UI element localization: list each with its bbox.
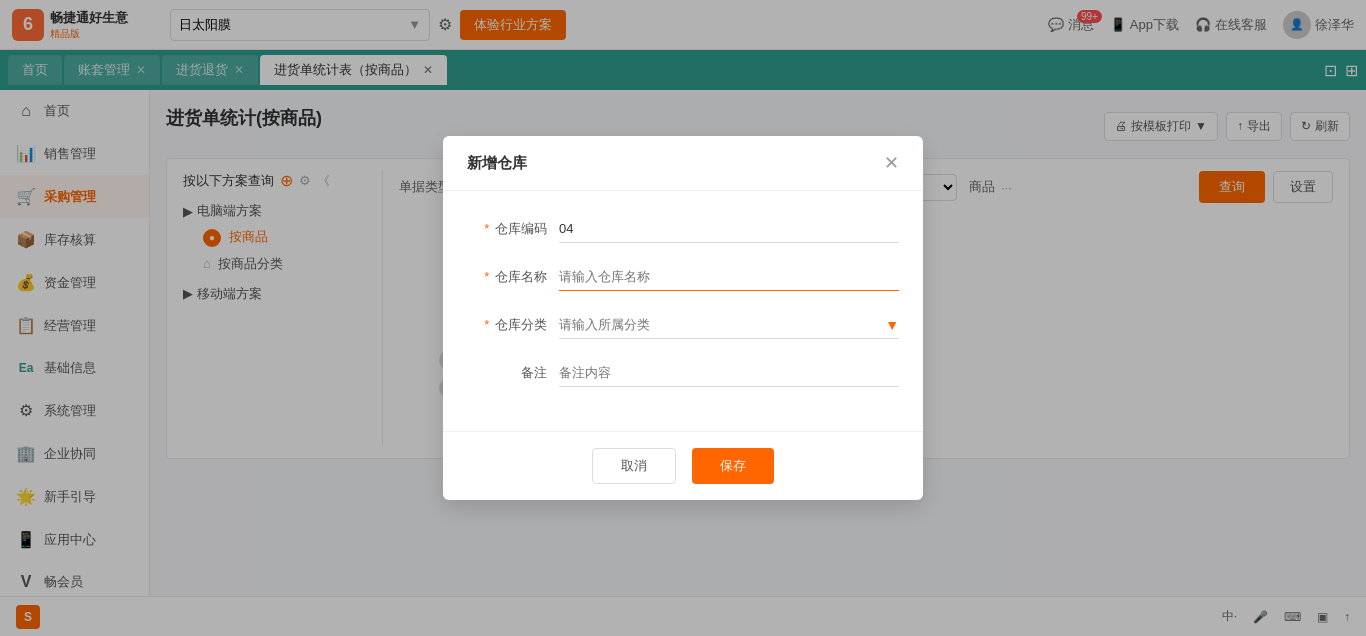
name-input[interactable] (559, 263, 899, 291)
name-label: * 仓库名称 (467, 268, 547, 286)
form-row-category: * 仓库分类 ▼ (467, 311, 899, 339)
form-row-code: * 仓库编码 (467, 215, 899, 243)
modal-close-button[interactable]: ✕ (884, 152, 899, 174)
code-label: * 仓库编码 (467, 220, 547, 238)
required-mark-name: * (484, 269, 489, 284)
modal-new-warehouse: 新增仓库 ✕ * 仓库编码 * 仓库名称 (443, 136, 923, 500)
note-input[interactable] (559, 359, 899, 387)
modal-footer: 取消 保存 (443, 431, 923, 500)
save-button[interactable]: 保存 (692, 448, 774, 484)
form-row-note: 备注 (467, 359, 899, 387)
modal-body: * 仓库编码 * 仓库名称 * 仓库分类 (443, 191, 923, 431)
category-select-row[interactable]: ▼ (559, 311, 899, 339)
note-label: 备注 (467, 364, 547, 382)
modal-title: 新增仓库 (467, 154, 527, 173)
modal-overlay: 新增仓库 ✕ * 仓库编码 * 仓库名称 (0, 0, 1366, 636)
required-mark-code: * (484, 221, 489, 236)
cancel-button[interactable]: 取消 (592, 448, 676, 484)
modal-header: 新增仓库 ✕ (443, 136, 923, 191)
code-input[interactable] (559, 215, 899, 243)
category-input[interactable] (559, 311, 885, 338)
form-row-name: * 仓库名称 (467, 263, 899, 291)
category-dropdown-icon[interactable]: ▼ (885, 317, 899, 333)
category-label: * 仓库分类 (467, 316, 547, 334)
required-mark-category: * (484, 317, 489, 332)
